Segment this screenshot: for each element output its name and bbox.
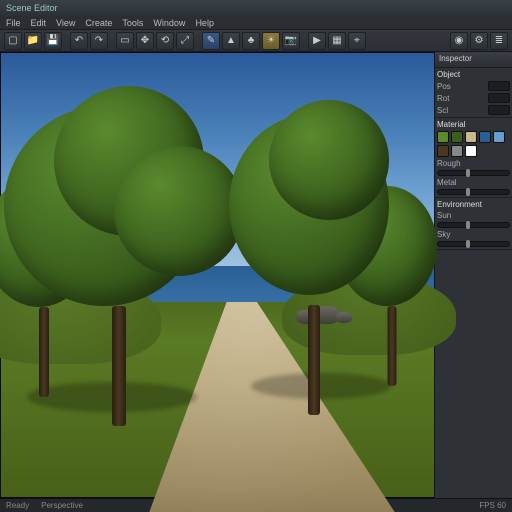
undo-button[interactable]: ↶ (70, 32, 88, 50)
tree-button[interactable]: ♣ (242, 32, 260, 50)
toolbar: ▢ 📁 💾 ↶ ↷ ▭ ✥ ⟲ ⤢ ✎ ▲ ♣ ☀ 📷 ▶ ▦ ⌖ ◉ ⚙ ≣ (0, 30, 512, 52)
render-button[interactable]: ◉ (450, 32, 468, 50)
sun-slider[interactable] (437, 222, 510, 228)
redo-button[interactable]: ↷ (90, 32, 108, 50)
save-button[interactable]: 💾 (44, 32, 62, 50)
swatch-2[interactable] (465, 131, 477, 143)
section-label-object: Object (437, 70, 510, 79)
light-icon: ☀ (267, 35, 276, 46)
prop-scale[interactable]: Scl (437, 105, 510, 115)
select-button[interactable]: ▭ (116, 32, 134, 50)
scale-button[interactable]: ⤢ (176, 32, 194, 50)
open-button[interactable]: 📁 (24, 32, 42, 50)
swatch-3[interactable] (479, 131, 491, 143)
swatch-4[interactable] (493, 131, 505, 143)
metallic-slider[interactable] (437, 189, 510, 195)
swatch-5[interactable] (437, 145, 449, 157)
app-title: Scene Editor (6, 3, 58, 13)
tree-icon: ♣ (248, 35, 255, 46)
prop-sun[interactable]: Sun (437, 211, 510, 220)
move-button[interactable]: ✥ (136, 32, 154, 50)
prop-position[interactable]: Pos (437, 81, 510, 91)
inspector-section-object: Object Pos Rot Scl (435, 68, 512, 118)
color-swatches (437, 131, 510, 157)
grid-icon: ▦ (332, 35, 341, 46)
new-button[interactable]: ▢ (4, 32, 22, 50)
menu-create[interactable]: Create (85, 18, 112, 28)
render-icon: ◉ (455, 35, 464, 46)
status-mid: Perspective (41, 501, 83, 510)
sky-slider[interactable] (437, 241, 510, 247)
position-input[interactable] (488, 81, 510, 91)
menu-help[interactable]: Help (195, 18, 214, 28)
swatch-0[interactable] (437, 131, 449, 143)
select-icon: ▭ (120, 35, 129, 46)
terrain-button[interactable]: ▲ (222, 32, 240, 50)
rotate-icon: ⟲ (161, 35, 169, 46)
camera-icon: 📷 (285, 35, 297, 46)
menu-tools[interactable]: Tools (122, 18, 143, 28)
menu-view[interactable]: View (56, 18, 75, 28)
swatch-7[interactable] (465, 145, 477, 157)
titlebar[interactable]: Scene Editor (0, 0, 512, 16)
snap-button[interactable]: ⌖ (348, 32, 366, 50)
open-icon: 📁 (27, 35, 39, 46)
new-icon: ▢ (8, 35, 17, 46)
grid-button[interactable]: ▦ (328, 32, 346, 50)
inspector-title: Inspector (435, 52, 512, 68)
brush-button[interactable]: ✎ (202, 32, 220, 50)
menu-window[interactable]: Window (153, 18, 185, 28)
viewport[interactable] (0, 52, 434, 498)
swatch-6[interactable] (451, 145, 463, 157)
roughness-slider[interactable] (437, 170, 510, 176)
layers-button[interactable]: ≣ (490, 32, 508, 50)
prop-rotation[interactable]: Rot (437, 93, 510, 103)
terrain-icon: ▲ (226, 35, 236, 46)
save-icon: 💾 (47, 35, 59, 46)
gear-icon: ⚙ (475, 35, 484, 46)
redo-icon: ↷ (95, 35, 103, 46)
camera-button[interactable]: 📷 (282, 32, 300, 50)
menu-edit[interactable]: Edit (31, 18, 47, 28)
play-icon: ▶ (313, 35, 321, 46)
scene-render (1, 53, 434, 497)
brush-icon: ✎ (207, 35, 215, 46)
menu-file[interactable]: File (6, 18, 21, 28)
section-label-env: Environment (437, 200, 510, 209)
scale-input[interactable] (488, 105, 510, 115)
undo-icon: ↶ (75, 35, 83, 46)
rotate-button[interactable]: ⟲ (156, 32, 174, 50)
body: Inspector Object Pos Rot Scl Material (0, 52, 512, 498)
status-left: Ready (6, 501, 29, 510)
status-right: FPS 60 (479, 501, 506, 510)
prop-sky[interactable]: Sky (437, 230, 510, 239)
settings-button[interactable]: ⚙ (470, 32, 488, 50)
snap-icon: ⌖ (354, 35, 360, 46)
prop-roughness[interactable]: Rough (437, 159, 510, 168)
rotation-input[interactable] (488, 93, 510, 103)
menubar: File Edit View Create Tools Window Help (0, 16, 512, 30)
play-button[interactable]: ▶ (308, 32, 326, 50)
scale-icon: ⤢ (181, 35, 189, 46)
light-button[interactable]: ☀ (262, 32, 280, 50)
layers-icon: ≣ (495, 35, 503, 46)
section-label-material: Material (437, 120, 510, 129)
app-root: Scene Editor File Edit View Create Tools… (0, 0, 512, 512)
swatch-1[interactable] (451, 131, 463, 143)
move-icon: ✥ (141, 35, 149, 46)
prop-metallic[interactable]: Metal (437, 178, 510, 187)
